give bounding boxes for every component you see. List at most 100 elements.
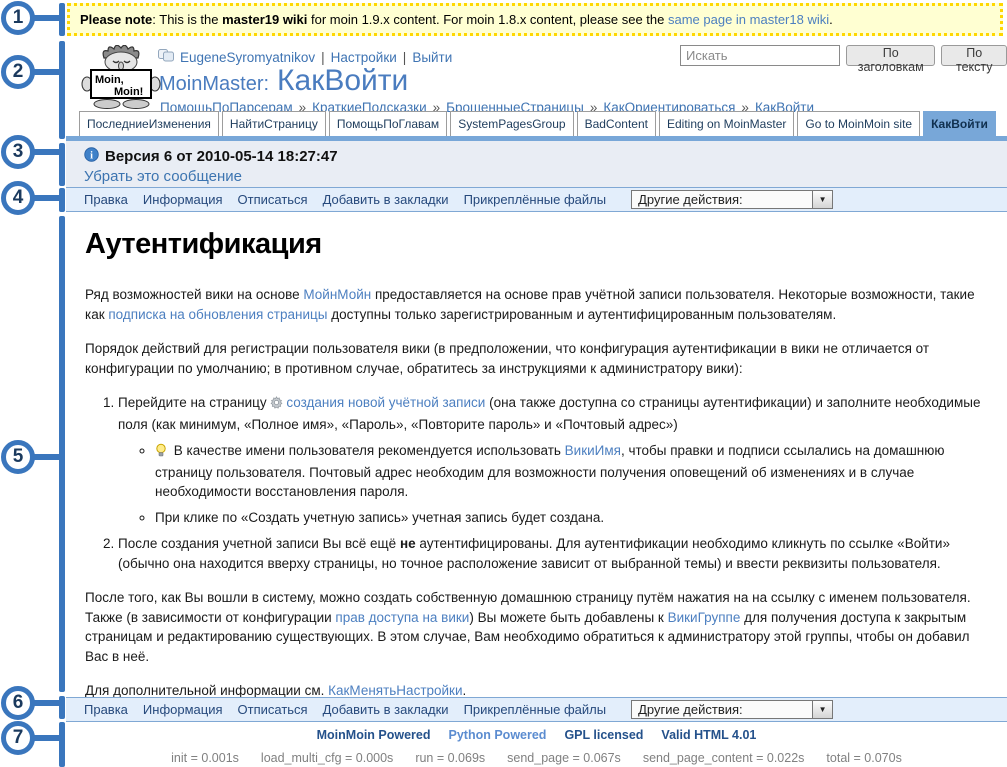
footer: MoinMoin Powered Python Powered GPL lice… (66, 722, 1007, 765)
text: Ряд возможностей вики на основе (85, 287, 303, 302)
tab-find-page[interactable]: НайтиСтраницу (222, 111, 326, 137)
search-bar: По заголовкам По тексту (680, 45, 1007, 66)
timing-stats: init = 0.001s load_multi_cfg = 0.000s ru… (66, 751, 1007, 765)
gear-icon (270, 395, 283, 415)
paragraph-3: После того, как Вы вошли в систему, можн… (85, 588, 993, 666)
more-actions-select[interactable]: Другие действия: ▼ (631, 700, 833, 719)
content-heading: Аутентификация (85, 228, 993, 261)
add-bookmark-link[interactable]: Добавить в закладки (323, 702, 449, 717)
info-icon: i (84, 147, 99, 166)
footer-badges: MoinMoin Powered Python Powered GPL lice… (66, 728, 1007, 742)
inline-link[interactable]: подписка на обновления страницы (108, 307, 327, 322)
inline-link[interactable]: ВикиГруппе (668, 610, 741, 625)
timing-item: send_page = 0.067s (507, 751, 621, 765)
message-box: i Версия 6 от 2010-05-14 18:27:47 Убрать… (66, 141, 1007, 187)
tab-help-contents[interactable]: ПомощьПоГлавам (329, 111, 447, 137)
python-powered-link[interactable]: Python Powered (449, 728, 547, 742)
more-actions-label: Другие действия: (632, 701, 812, 718)
unsubscribe-link[interactable]: Отписаться (238, 702, 308, 717)
info-link[interactable]: Информация (143, 702, 223, 717)
attachments-link[interactable]: Прикреплённые файлы (464, 192, 607, 207)
settings-link[interactable]: Настройки (331, 50, 397, 65)
tab-bad-content[interactable]: BadContent (577, 111, 656, 137)
text: При клике по «Создать учетную запись» уч… (155, 510, 604, 525)
add-bookmark-link[interactable]: Добавить в закладки (323, 192, 449, 207)
list-item: При клике по «Создать учетную запись» уч… (155, 508, 993, 528)
tab-bar: ПоследниеИзменения НайтиСтраницу ПомощьП… (79, 111, 996, 137)
more-actions-select[interactable]: Другие действия: ▼ (631, 190, 833, 209)
tab-recent-changes[interactable]: ПоследниеИзменения (79, 111, 219, 137)
search-titles-button[interactable]: По заголовкам (846, 45, 935, 66)
timing-item: load_multi_cfg = 0.000s (261, 751, 393, 765)
page-title: MoinMaster: КакВойти (159, 64, 408, 98)
page-content: Аутентификация Ряд возможностей вики на … (66, 212, 1007, 697)
callout-1-badge: 1 (1, 1, 35, 35)
user-sep: | (321, 50, 325, 65)
edit-bar-bottom: Правка Информация Отписаться Добавить в … (66, 697, 1007, 722)
text: Для дополнительной информации см. (85, 683, 328, 697)
sub-list: В качестве имени пользователя рекомендуе… (118, 441, 993, 527)
timing-item: run = 0.069s (415, 751, 485, 765)
callout-3-badge: 3 (1, 135, 35, 169)
search-text-button[interactable]: По тексту (941, 45, 1007, 66)
callout-6-badge: 6 (1, 686, 35, 720)
text: доступны только зарегистрированным и аут… (327, 307, 836, 322)
bold-text: не (400, 536, 416, 551)
list-item: Перейдите на страницу создания новой учё… (118, 393, 993, 527)
page-name[interactable]: КакВойти (277, 64, 408, 98)
text: Перейдите на страницу (118, 395, 270, 410)
bold-text: master19 wiki (222, 12, 307, 27)
inline-link[interactable]: создания новой учётной записи (286, 395, 485, 410)
bulb-icon (155, 443, 167, 463)
logout-link[interactable]: Выйти (412, 50, 452, 65)
text: for moin 1.9.x content. For moin 1.8.x c… (307, 12, 668, 27)
text: : This is the (152, 12, 222, 27)
tab-system-pages-group[interactable]: SystemPagesGroup (450, 111, 573, 137)
edit-link[interactable]: Правка (84, 192, 128, 207)
search-input[interactable] (680, 45, 840, 66)
gpl-licensed-link[interactable]: GPL licensed (564, 728, 643, 742)
header: Moin, Moin! EugeneSyromyatnikov | Настро… (66, 40, 1007, 141)
tab-go-to-moinmoin-site[interactable]: Go to MoinMoin site (797, 111, 920, 137)
list-item: После создания учетной записи Вы всё ещё… (118, 534, 993, 573)
list-item: В качестве имени пользователя рекомендуе… (155, 441, 993, 502)
valid-html-link[interactable]: Valid HTML 4.01 (661, 728, 756, 742)
callout-2-badge: 2 (1, 55, 35, 89)
inline-link[interactable]: МойнМойн (303, 287, 371, 302)
more-actions-label: Другие действия: (632, 191, 812, 208)
username-link[interactable]: EugeneSyromyatnikov (180, 50, 315, 65)
chevron-down-icon: ▼ (812, 701, 832, 718)
timing-item: total = 0.070s (826, 751, 901, 765)
tab-editing-on-moinmaster[interactable]: Editing on MoinMaster (659, 111, 794, 137)
logo-sign-line2: Moin! (114, 86, 143, 98)
callout-7-bracket (59, 722, 65, 767)
text: . (463, 683, 467, 697)
logo-sign-line1: Moin, (95, 74, 124, 86)
text: Порядок действий для регистрации пользов… (85, 341, 929, 376)
user-sep: | (403, 50, 407, 65)
chevron-down-icon: ▼ (812, 191, 832, 208)
bold-text: Please note (80, 12, 152, 27)
tab-current-page[interactable]: КакВойти (923, 111, 996, 137)
attachments-link[interactable]: Прикреплённые файлы (464, 702, 607, 717)
inline-link[interactable]: ВикиИмя (565, 443, 621, 458)
callout-7-badge: 7 (1, 721, 35, 755)
notice-bar: Please note: This is the master19 wiki f… (67, 3, 1003, 36)
notice-text: Please note: This is the master19 wiki f… (80, 12, 833, 27)
callout-5-badge: 5 (1, 440, 35, 474)
inline-link[interactable]: КакМенятьНастройки (328, 683, 462, 697)
inline-link[interactable]: прав доступа на вики (335, 610, 469, 625)
edit-link[interactable]: Правка (84, 702, 128, 717)
unsubscribe-link[interactable]: Отписаться (238, 192, 308, 207)
moinmoin-powered-link[interactable]: MoinMoin Powered (317, 728, 431, 742)
wiki-page: 1 2 3 4 5 6 7 Please note: This is the m… (0, 0, 1007, 767)
wiki-name: MoinMaster: (159, 73, 269, 96)
dismiss-message-link[interactable]: Убрать это сообщение (84, 168, 242, 185)
paragraph-1: Ряд возможностей вики на основе МойнМойн… (85, 285, 993, 324)
inline-link[interactable]: same page in master18 wiki (668, 12, 829, 27)
text: ) Вы можете быть добавлены к (469, 610, 667, 625)
timing-item: send_page_content = 0.022s (643, 751, 805, 765)
text: . (829, 12, 833, 27)
info-link[interactable]: Информация (143, 192, 223, 207)
callout-2-bracket (59, 41, 65, 139)
